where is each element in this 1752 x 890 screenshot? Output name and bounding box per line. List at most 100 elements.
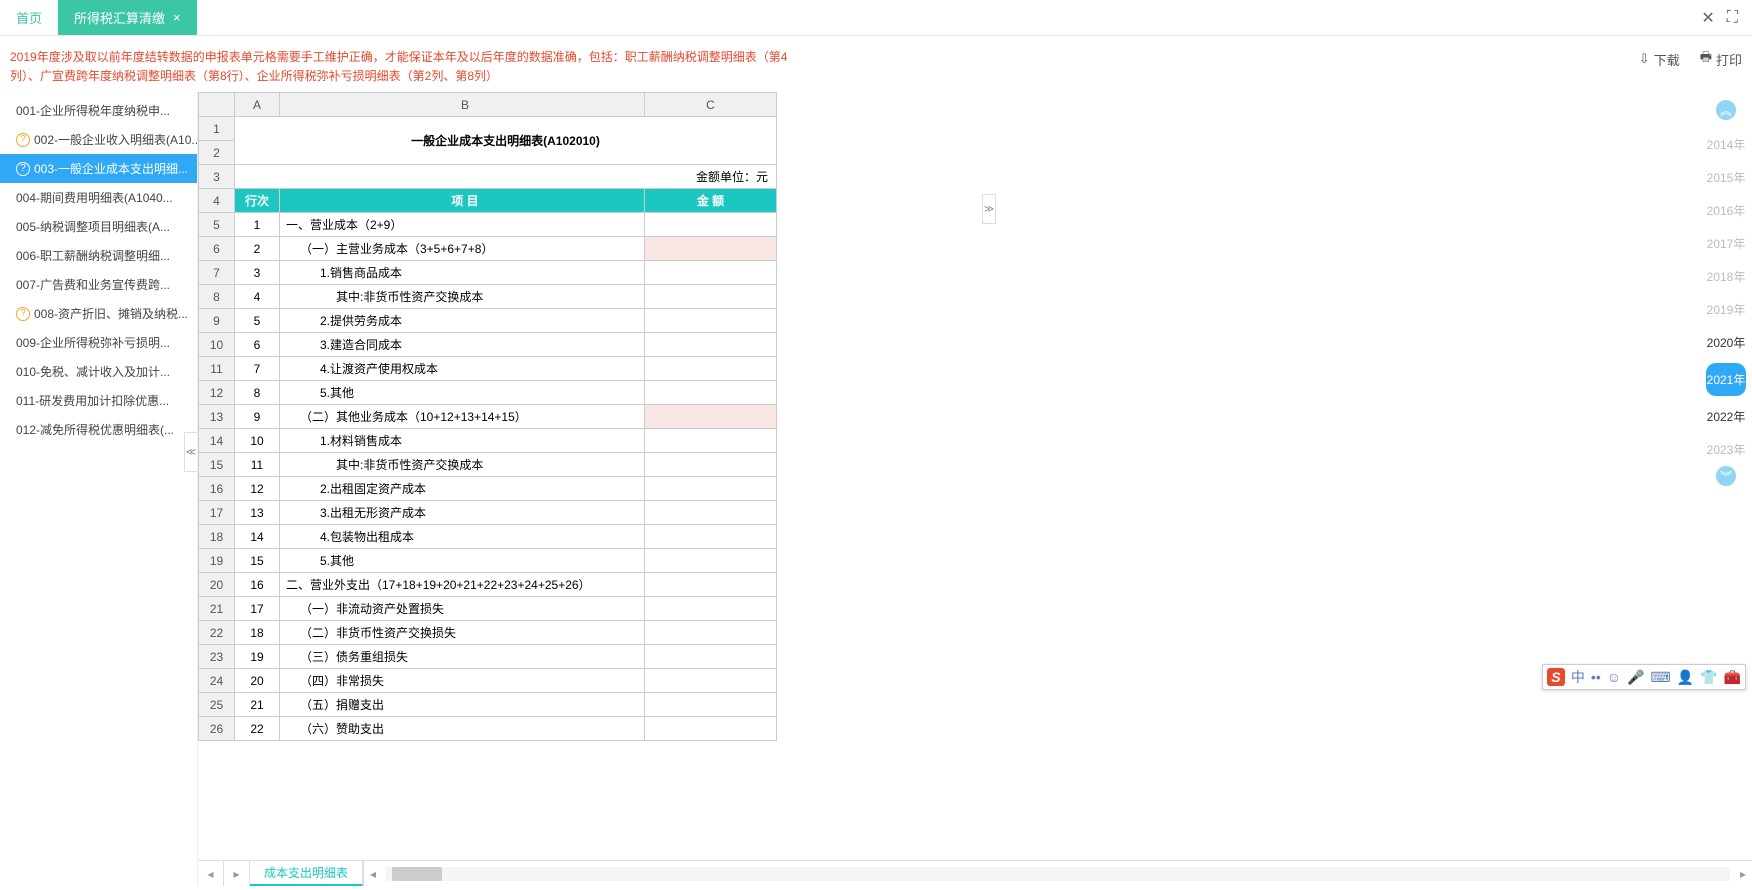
cell-item[interactable]: 1.销售商品成本 <box>280 261 645 285</box>
row-header[interactable]: 1 <box>199 117 235 141</box>
row-header[interactable]: 4 <box>199 189 235 213</box>
row-header[interactable]: 22 <box>199 621 235 645</box>
cell-item[interactable]: （四）非常损失 <box>280 669 645 693</box>
cell-item[interactable]: 3.出租无形资产成本 <box>280 501 645 525</box>
ime-toolbox-icon[interactable]: 🧰 <box>1724 669 1741 686</box>
cell-amount[interactable] <box>645 693 777 717</box>
cell-rownum[interactable]: 15 <box>235 549 280 573</box>
row-header[interactable]: 15 <box>199 453 235 477</box>
cell-rownum[interactable]: 10 <box>235 429 280 453</box>
row-header[interactable]: 25 <box>199 693 235 717</box>
close-icon[interactable]: × <box>173 10 181 25</box>
scroll-down-icon[interactable]: ︾ <box>1716 466 1736 486</box>
cell-rownum[interactable]: 17 <box>235 597 280 621</box>
cell-rownum[interactable]: 4 <box>235 285 280 309</box>
year-2022年[interactable]: 2022年 <box>1704 400 1748 433</box>
cell-amount[interactable] <box>645 357 777 381</box>
cell-rownum[interactable]: 16 <box>235 573 280 597</box>
tab-home[interactable]: 首页 <box>0 0 58 35</box>
row-header[interactable]: 16 <box>199 477 235 501</box>
ime-user-icon[interactable]: 👤 <box>1677 669 1694 686</box>
cell-rownum[interactable]: 3 <box>235 261 280 285</box>
sidebar-item-7[interactable]: 007-广告费和业务宣传费跨... <box>0 270 197 299</box>
cell-amount[interactable] <box>645 261 777 285</box>
ime-emoji-icon[interactable]: ☺ <box>1607 669 1621 685</box>
cell-amount[interactable] <box>645 621 777 645</box>
sidebar-item-3[interactable]: ?003-一般企业成本支出明细... <box>0 154 197 183</box>
cell-item[interactable]: 2.提供劳务成本 <box>280 309 645 333</box>
cell-rownum[interactable]: 7 <box>235 357 280 381</box>
ime-lang[interactable]: 中 <box>1571 667 1585 687</box>
cell-item[interactable]: 二、营业外支出（17+18+19+20+21+22+23+24+25+26） <box>280 573 645 597</box>
ime-skin-icon[interactable]: 👕 <box>1700 669 1717 686</box>
cell-item[interactable]: （二）非货币性资产交换损失 <box>280 621 645 645</box>
fullscreen-icon[interactable]: ⛶ <box>1727 9 1738 27</box>
sidebar-item-9[interactable]: 009-企业所得税弥补亏损明... <box>0 328 197 357</box>
cell-rownum[interactable]: 11 <box>235 453 280 477</box>
cell-rownum[interactable]: 21 <box>235 693 280 717</box>
cell-item[interactable]: 1.材料销售成本 <box>280 429 645 453</box>
cell-item[interactable]: 3.建造合同成本 <box>280 333 645 357</box>
cell-rownum[interactable]: 20 <box>235 669 280 693</box>
cell-rownum[interactable]: 1 <box>235 213 280 237</box>
cell-amount[interactable] <box>645 333 777 357</box>
expand-right-icon[interactable]: ≫ <box>982 194 996 224</box>
scrollbar-track[interactable] <box>386 867 1730 881</box>
cell-amount[interactable] <box>645 525 777 549</box>
row-header[interactable]: 21 <box>199 597 235 621</box>
row-header[interactable]: 2 <box>199 141 235 165</box>
row-header[interactable]: 24 <box>199 669 235 693</box>
collapse-left-icon[interactable]: ≪ <box>184 432 198 472</box>
row-header[interactable]: 23 <box>199 645 235 669</box>
cell-amount[interactable] <box>645 477 777 501</box>
cell-amount[interactable] <box>645 381 777 405</box>
cell-rownum[interactable]: 22 <box>235 717 280 741</box>
cell-rownum[interactable]: 6 <box>235 333 280 357</box>
cell-item[interactable]: 2.出租固定资产成本 <box>280 477 645 501</box>
cell-item[interactable]: 4.包装物出租成本 <box>280 525 645 549</box>
cell-item[interactable]: （六）赞助支出 <box>280 717 645 741</box>
cell-item[interactable]: 5.其他 <box>280 381 645 405</box>
row-header[interactable]: 3 <box>199 165 235 189</box>
cell-item[interactable]: （一）非流动资产处置损失 <box>280 597 645 621</box>
cell-rownum[interactable]: 12 <box>235 477 280 501</box>
sheet-nav-next-icon[interactable]: ▸ <box>224 861 250 886</box>
print-button[interactable]: 🖶 打印 <box>1700 48 1742 70</box>
row-header[interactable]: 8 <box>199 285 235 309</box>
cell-amount[interactable] <box>645 573 777 597</box>
row-header[interactable]: 11 <box>199 357 235 381</box>
cell-amount[interactable] <box>645 645 777 669</box>
sidebar-item-8[interactable]: ?008-资产折旧、摊销及纳税... <box>0 299 197 328</box>
scroll-right-icon[interactable]: ▸ <box>1734 867 1752 881</box>
row-header[interactable]: 6 <box>199 237 235 261</box>
ime-punct-icon[interactable]: •• <box>1591 669 1601 685</box>
cell-amount[interactable] <box>645 309 777 333</box>
corner-cell[interactable] <box>199 93 235 117</box>
cell-rownum[interactable]: 5 <box>235 309 280 333</box>
cell-rownum[interactable]: 8 <box>235 381 280 405</box>
ime-keyboard-icon[interactable]: ⌨ <box>1650 669 1670 686</box>
sidebar-item-10[interactable]: 010-免税、减计收入及加计... <box>0 357 197 386</box>
cell-item[interactable]: 一、营业成本（2+9） <box>280 213 645 237</box>
col-header-c[interactable]: C <box>645 93 777 117</box>
row-header[interactable]: 19 <box>199 549 235 573</box>
scrollbar-thumb[interactable] <box>392 867 442 881</box>
horizontal-scrollbar[interactable]: ◂ ▸ <box>363 861 1752 886</box>
row-header[interactable]: 14 <box>199 429 235 453</box>
cell-rownum[interactable]: 19 <box>235 645 280 669</box>
col-header-b[interactable]: B <box>280 93 645 117</box>
sidebar-item-12[interactable]: 012-减免所得税优惠明细表(... <box>0 415 197 444</box>
cell-amount[interactable] <box>645 453 777 477</box>
cell-item[interactable]: 5.其他 <box>280 549 645 573</box>
cell-rownum[interactable]: 13 <box>235 501 280 525</box>
cell-amount[interactable] <box>645 213 777 237</box>
cell-amount[interactable] <box>645 237 777 261</box>
ime-voice-icon[interactable]: 🎤 <box>1627 669 1644 686</box>
cell-item[interactable]: （五）捐赠支出 <box>280 693 645 717</box>
sheet-nav-prev-icon[interactable]: ◂ <box>198 861 224 886</box>
row-header[interactable]: 26 <box>199 717 235 741</box>
sidebar-item-4[interactable]: 004-期间费用明细表(A1040... <box>0 183 197 212</box>
grid-wrap[interactable]: A B C 1 一般企业成本支出明细表(A102010) 2 3 金额单位：元 … <box>198 92 1752 860</box>
cell-item[interactable]: （三）债务重组损失 <box>280 645 645 669</box>
cell-item[interactable]: 4.让渡资产使用权成本 <box>280 357 645 381</box>
